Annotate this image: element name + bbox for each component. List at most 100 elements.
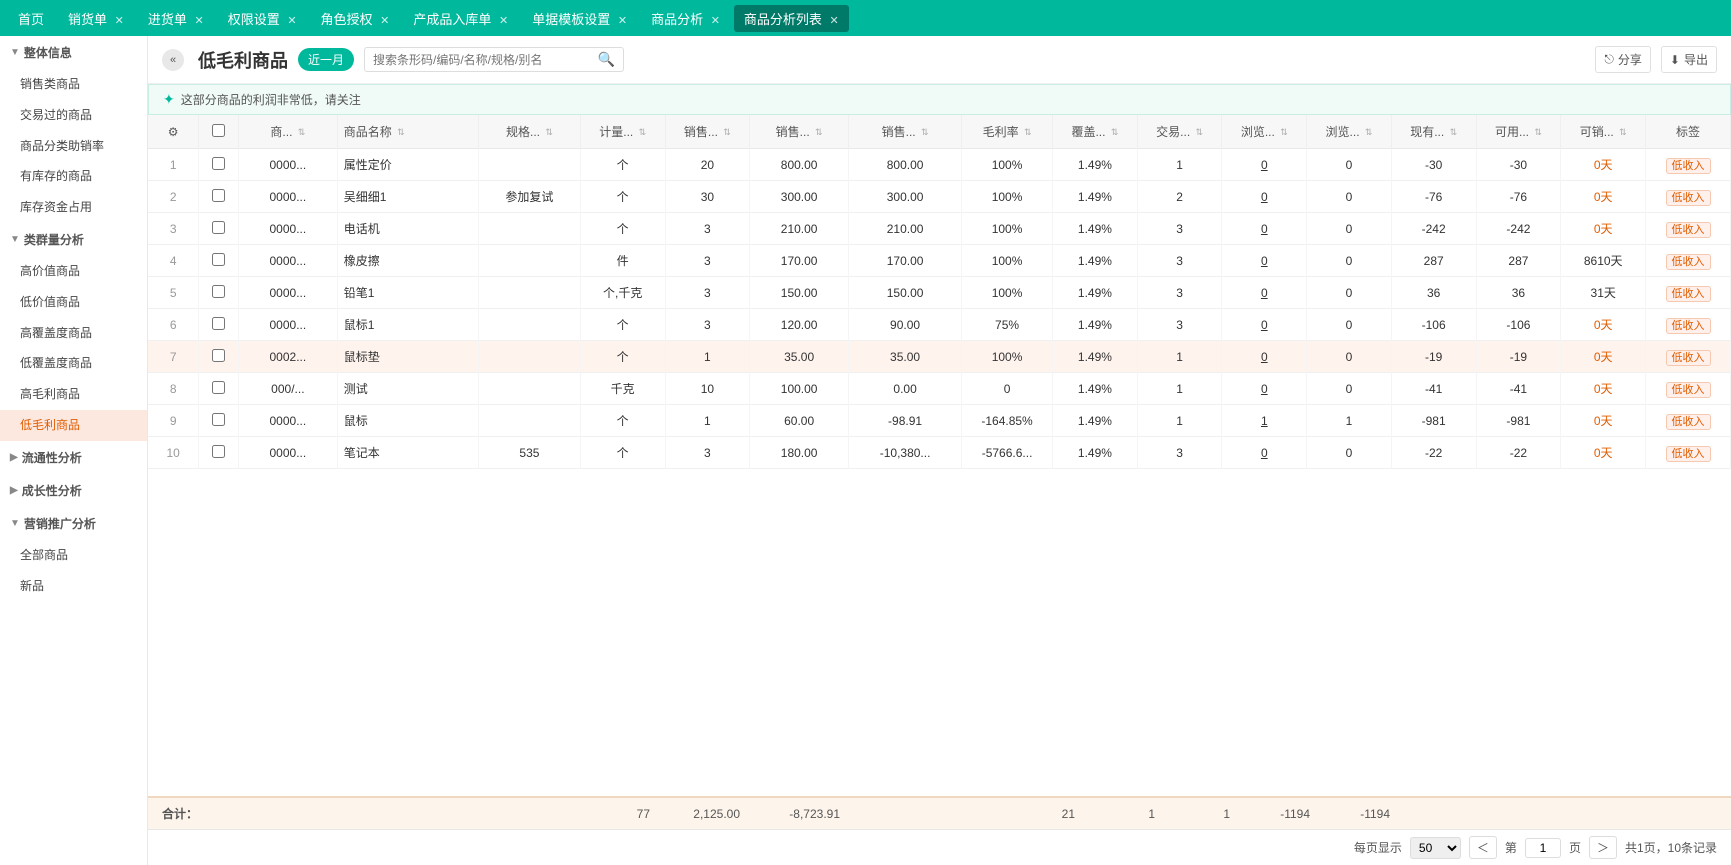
th-settings[interactable]: ⚙ (148, 115, 199, 149)
nav-permissions-close[interactable]: ✕ (287, 15, 296, 27)
sidebar-item-inventory-capital[interactable]: 库存资金占用 (0, 192, 147, 223)
pv1-link[interactable]: 0 (1261, 286, 1268, 300)
th-tx[interactable]: 交易... ⇅ (1137, 115, 1222, 149)
row-checkbox[interactable] (212, 317, 225, 330)
nav-product-analysis-list[interactable]: 商品分析列表 ✕ (734, 5, 849, 32)
nav-product-analysis-close[interactable]: ✕ (711, 15, 720, 27)
th-spec[interactable]: 规格... ⇅ (479, 115, 581, 149)
row-checkbox[interactable] (212, 157, 225, 170)
th-qty[interactable]: 销售... ⇅ (665, 115, 750, 149)
cell-checkbox[interactable] (199, 149, 239, 181)
time-filter-button[interactable]: 近一月 (298, 48, 354, 71)
nav-purchase-order-close[interactable]: ✕ (194, 15, 203, 27)
nav-sales-order-close[interactable]: ✕ (115, 15, 124, 27)
pv1-link[interactable]: 0 (1261, 350, 1268, 364)
nav-template-settings-close[interactable]: ✕ (618, 15, 627, 27)
cell-pv1[interactable]: 0 (1222, 149, 1307, 181)
th-gross-rate[interactable]: 毛利率 ⇅ (962, 115, 1053, 149)
nav-home[interactable]: 首页 (8, 5, 54, 32)
cell-checkbox[interactable] (199, 277, 239, 309)
prev-page-button[interactable]: ＜ (1469, 836, 1497, 859)
nav-product-analysis[interactable]: 商品分析 ✕ (641, 5, 730, 32)
th-sellable[interactable]: 可销... ⇅ (1561, 115, 1646, 149)
cell-pv1[interactable]: 1 (1222, 405, 1307, 437)
sidebar-item-stocked-products[interactable]: 有库存的商品 (0, 161, 147, 192)
nav-product-analysis-list-close[interactable]: ✕ (830, 15, 839, 27)
pv1-link[interactable]: 0 (1261, 446, 1268, 460)
nav-permissions[interactable]: 权限设置 ✕ (218, 5, 307, 32)
th-coverage[interactable]: 覆盖... ⇅ (1053, 115, 1138, 149)
nav-role-auth[interactable]: 角色授权 ✕ (311, 5, 400, 32)
sidebar-item-traded-products[interactable]: 交易过的商品 (0, 100, 147, 131)
th-sales-val[interactable]: 销售... ⇅ (849, 115, 962, 149)
cell-pv1[interactable]: 0 (1222, 277, 1307, 309)
cell-pv1[interactable]: 0 (1222, 181, 1307, 213)
sidebar-section-growth[interactable]: ▶ 成长性分析 (0, 474, 147, 507)
th-price[interactable]: 销售... ⇅ (750, 115, 849, 149)
cell-checkbox[interactable] (199, 341, 239, 373)
nav-product-inbound-close[interactable]: ✕ (499, 15, 508, 27)
cell-pv1[interactable]: 0 (1222, 341, 1307, 373)
sidebar-item-high-coverage[interactable]: 高覆盖度商品 (0, 318, 147, 349)
sidebar-item-low-coverage[interactable]: 低覆盖度商品 (0, 348, 147, 379)
next-page-button[interactable]: ＞ (1589, 836, 1617, 859)
cell-checkbox[interactable] (199, 181, 239, 213)
nav-sales-order[interactable]: 销货单 ✕ (58, 5, 134, 32)
nav-product-inbound[interactable]: 产成品入库单 ✕ (403, 5, 518, 32)
cell-checkbox[interactable] (199, 245, 239, 277)
cell-checkbox[interactable] (199, 373, 239, 405)
pv1-link[interactable]: 0 (1261, 222, 1268, 236)
th-name[interactable]: 商品名称 ⇅ (337, 115, 478, 149)
export-button[interactable]: ⬇ 导出 (1661, 46, 1717, 73)
cell-checkbox[interactable] (199, 213, 239, 245)
sidebar-item-low-gross[interactable]: 低毛利商品 (0, 410, 147, 441)
th-pv2[interactable]: 浏览... ⇅ (1307, 115, 1392, 149)
sidebar-collapse-button[interactable]: « (162, 49, 184, 71)
sidebar-section-overall[interactable]: ▼ 整体信息 (0, 36, 147, 69)
th-code[interactable]: 商... ⇅ (238, 115, 337, 149)
pv1-link[interactable]: 0 (1261, 158, 1268, 172)
page-number-input[interactable] (1525, 838, 1561, 858)
sidebar-item-high-value[interactable]: 高价值商品 (0, 256, 147, 287)
sidebar-section-liquidity[interactable]: ▶ 流通性分析 (0, 441, 147, 474)
cell-pv1[interactable]: 0 (1222, 245, 1307, 277)
row-checkbox[interactable] (212, 445, 225, 458)
sidebar-item-new-products[interactable]: 新品 (0, 571, 147, 602)
search-input[interactable] (373, 53, 594, 67)
sidebar-item-all-products[interactable]: 全部商品 (0, 540, 147, 571)
nav-purchase-order[interactable]: 进货单 ✕ (138, 5, 214, 32)
row-checkbox[interactable] (212, 285, 225, 298)
sidebar-item-low-value[interactable]: 低价值商品 (0, 287, 147, 318)
sidebar-item-category-sales-rate[interactable]: 商品分类助销率 (0, 131, 147, 162)
row-checkbox[interactable] (212, 381, 225, 394)
pv1-link[interactable]: 0 (1261, 190, 1268, 204)
row-checkbox[interactable] (212, 253, 225, 266)
table-container[interactable]: ⚙ 商... ⇅ 商品名称 ⇅ 规格... ⇅ 计量... ⇅ 销售... ⇅ … (148, 115, 1731, 796)
cell-checkbox[interactable] (199, 405, 239, 437)
cell-pv1[interactable]: 0 (1222, 213, 1307, 245)
pv1-link[interactable]: 0 (1261, 382, 1268, 396)
cell-checkbox[interactable] (199, 437, 239, 469)
cell-pv1[interactable]: 0 (1222, 309, 1307, 341)
search-icon[interactable]: 🔍 (598, 51, 615, 68)
cell-pv1[interactable]: 0 (1222, 373, 1307, 405)
nav-template-settings[interactable]: 单据模板设置 ✕ (522, 5, 637, 32)
row-checkbox[interactable] (212, 413, 225, 426)
nav-role-auth-close[interactable]: ✕ (380, 15, 389, 27)
th-stock[interactable]: 现有... ⇅ (1391, 115, 1476, 149)
row-checkbox[interactable] (212, 221, 225, 234)
select-all-checkbox[interactable] (212, 124, 225, 137)
th-avail[interactable]: 可用... ⇅ (1476, 115, 1561, 149)
sidebar-section-marketing[interactable]: ▼ 营销推广分析 (0, 507, 147, 540)
row-checkbox[interactable] (212, 189, 225, 202)
th-pv1[interactable]: 浏览... ⇅ (1222, 115, 1307, 149)
th-unit[interactable]: 计量... ⇅ (580, 115, 665, 149)
sidebar-section-cluster[interactable]: ▼ 类群量分析 (0, 223, 147, 256)
page-size-select[interactable]: 50 20 100 (1410, 837, 1461, 859)
pv1-link[interactable]: 0 (1261, 254, 1268, 268)
pv1-link[interactable]: 0 (1261, 318, 1268, 332)
sidebar-item-sales-products[interactable]: 销售类商品 (0, 69, 147, 100)
pv1-link[interactable]: 1 (1261, 414, 1268, 428)
th-checkbox[interactable] (199, 115, 239, 149)
share-button[interactable]: ⎋ 分享 (1595, 46, 1651, 73)
